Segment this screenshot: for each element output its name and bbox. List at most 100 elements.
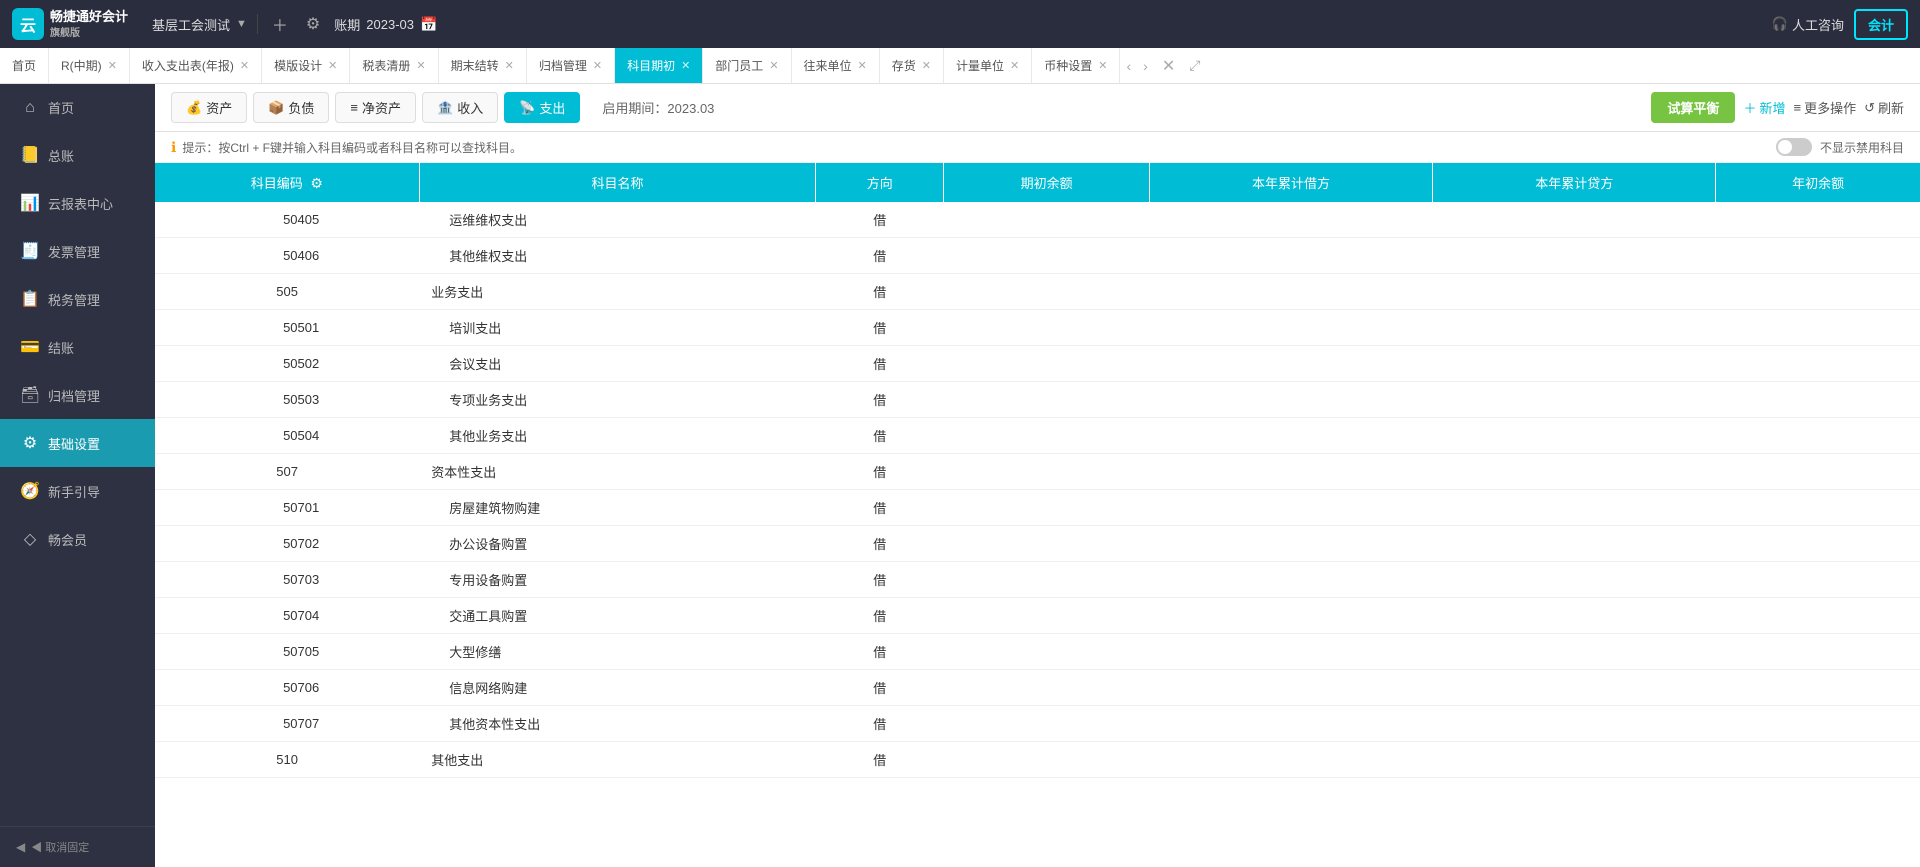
cell-direction: 借 <box>816 562 944 598</box>
subtab-net-assets[interactable]: ≡ 净资产 <box>335 92 416 123</box>
cell-code: 50502 <box>155 346 419 382</box>
cell-ytd-debit <box>1149 310 1432 346</box>
content-area: 💰 资产 📦 负债 ≡ 净资产 🏦 收入 📡 支出 启用期间：2023.03 试 <box>155 84 1920 867</box>
liabilities-icon: 📦 <box>268 100 284 116</box>
tab-counterparty[interactable]: 往来单位 ✕ <box>792 48 880 83</box>
cell-name: 业务支出 <box>419 274 815 310</box>
tab-close-currency[interactable]: ✕ <box>1098 59 1107 72</box>
tab-period-end-transfer[interactable]: 期末结转 ✕ <box>439 48 527 83</box>
cell-ytd-credit <box>1433 526 1716 562</box>
tab-midterm[interactable]: R(中期) ✕ <box>49 48 130 83</box>
cell-year-initial <box>1716 382 1920 418</box>
cell-name: 专项业务支出 <box>419 382 815 418</box>
tab-close-annual[interactable]: ✕ <box>240 59 249 72</box>
app-name: 畅捷通好会计 旗舰版 <box>50 9 128 40</box>
table-row: 50706 信息网络购建 借 <box>155 670 1920 706</box>
cell-name: 大型修缮 <box>419 634 815 670</box>
cell-direction: 借 <box>816 742 944 778</box>
sidebar-label-guide: 新手引导 <box>48 482 100 501</box>
col-gear-icon[interactable]: ⚙ <box>310 175 323 191</box>
disable-toggle[interactable] <box>1776 138 1812 156</box>
cell-name: 其他支出 <box>419 742 815 778</box>
col-code: 科目编码 ⚙ <box>155 163 419 202</box>
cell-code: 505 <box>155 274 419 310</box>
tab-currency-settings[interactable]: 币种设置 ✕ <box>1032 48 1120 83</box>
tab-close-midterm[interactable]: ✕ <box>108 59 117 72</box>
refresh-button[interactable]: ↺ 刷新 <box>1864 98 1904 117</box>
cell-ytd-credit <box>1433 706 1716 742</box>
tab-template-design[interactable]: 模版设计 ✕ <box>262 48 350 83</box>
tab-close-template[interactable]: ✕ <box>328 59 337 72</box>
cell-direction: 借 <box>816 706 944 742</box>
tab-nav-next[interactable]: › <box>1137 48 1154 83</box>
tab-department-staff[interactable]: 部门员工 ✕ <box>703 48 791 83</box>
sidebar-item-settlement[interactable]: 💳 结账 <box>0 323 155 371</box>
add-button[interactable]: ＋ 新增 <box>1743 98 1785 117</box>
sidebar-label-report-center: 云报表中心 <box>48 194 113 213</box>
tab-close-dept[interactable]: ✕ <box>769 59 778 72</box>
tab-tax-clearance[interactable]: 税表清册 ✕ <box>350 48 438 83</box>
cell-ytd-debit <box>1149 238 1432 274</box>
settings-icon[interactable]: ⚙ <box>302 10 324 38</box>
table-container: 科目编码 ⚙ 科目名称 方向 期初余额 本年累计借方 本年累计贷方 年初余额 5… <box>155 163 1920 867</box>
calendar-icon[interactable]: 📅 <box>420 16 437 33</box>
tab-close-period-end[interactable]: ✕ <box>505 59 514 72</box>
account-button[interactable]: 会计 <box>1854 9 1908 40</box>
tab-home[interactable]: 首页 <box>0 48 49 83</box>
table-row: 507 资本性支出 借 <box>155 454 1920 490</box>
sidebar-item-general-ledger[interactable]: 📒 总账 <box>0 131 155 179</box>
cell-code: 50707 <box>155 706 419 742</box>
cell-name: 培训支出 <box>419 310 815 346</box>
sidebar-item-member[interactable]: ◇ 畅会员 <box>0 515 155 563</box>
sidebar-collapse-button[interactable]: ◀ ◀ 取消固定 <box>0 826 155 867</box>
sidebar-item-guide[interactable]: 🧭 新手引导 <box>0 467 155 515</box>
cell-initial-balance <box>944 706 1150 742</box>
tab-expand[interactable]: ⤢ <box>1183 48 1206 83</box>
tab-measurement-unit[interactable]: 计量单位 ✕ <box>944 48 1032 83</box>
plus-icon: ＋ <box>1743 98 1756 117</box>
company-selector[interactable]: 基层工会测试 ▼ <box>152 15 247 34</box>
sidebar-item-invoice[interactable]: 🧾 发票管理 <box>0 227 155 275</box>
sidebar-label-basic-settings: 基础设置 <box>48 434 100 453</box>
cell-initial-balance <box>944 634 1150 670</box>
tab-close-tax[interactable]: ✕ <box>416 59 425 72</box>
calc-balance-button[interactable]: 试算平衡 <box>1651 92 1735 123</box>
tab-annual-report[interactable]: 收入支出表(年报) ✕ <box>130 48 262 83</box>
cell-direction: 借 <box>816 598 944 634</box>
tab-nav-prev[interactable]: ‹ <box>1120 48 1137 83</box>
sidebar-item-tax[interactable]: 📋 税务管理 <box>0 275 155 323</box>
cell-year-initial <box>1716 490 1920 526</box>
more-actions-button[interactable]: ≡ 更多操作 <box>1793 98 1856 117</box>
subtab-assets[interactable]: 💰 资产 <box>171 92 247 123</box>
sidebar-item-report-center[interactable]: 📊 云报表中心 <box>0 179 155 227</box>
tab-subject-initial[interactable]: 科目期初 ✕ <box>615 48 703 83</box>
tab-close-counterparty[interactable]: ✕ <box>858 59 867 72</box>
sub-tab-bar: 💰 资产 📦 负债 ≡ 净资产 🏦 收入 📡 支出 启用期间：2023.03 试 <box>155 84 1920 132</box>
subtab-expenditure[interactable]: 📡 支出 <box>504 92 580 123</box>
cell-initial-balance <box>944 562 1150 598</box>
tab-archive[interactable]: 归档管理 ✕ <box>527 48 615 83</box>
cell-name: 房屋建筑物购建 <box>419 490 815 526</box>
subjects-table: 科目编码 ⚙ 科目名称 方向 期初余额 本年累计借方 本年累计贷方 年初余额 5… <box>155 163 1920 778</box>
tab-close-archive[interactable]: ✕ <box>593 59 602 72</box>
sidebar-item-home[interactable]: ⌂ 首页 <box>0 84 155 131</box>
period-label: 账期 2023-03 📅 <box>334 15 437 34</box>
consult-button[interactable]: 🎧 人工咨询 <box>1772 15 1844 34</box>
tab-close-inventory[interactable]: ✕ <box>922 59 931 72</box>
cell-direction: 借 <box>816 526 944 562</box>
tab-close-all[interactable]: ✕ <box>1154 48 1183 83</box>
tab-close-measurement[interactable]: ✕ <box>1010 59 1019 72</box>
subtab-income[interactable]: 🏦 收入 <box>422 92 498 123</box>
sidebar-item-basic-settings[interactable]: ⚙ 基础设置 <box>0 419 155 467</box>
action-bar-right: 试算平衡 ＋ 新增 ≡ 更多操作 ↺ 刷新 <box>1651 92 1904 123</box>
tab-close-subject[interactable]: ✕ <box>681 59 690 72</box>
cell-direction: 借 <box>816 634 944 670</box>
add-company-button[interactable]: ＋ <box>268 8 292 40</box>
tab-inventory[interactable]: 存货 ✕ <box>880 48 944 83</box>
sidebar-item-archive[interactable]: 🗃 归档管理 <box>0 371 155 419</box>
subtab-liabilities[interactable]: 📦 负债 <box>253 92 329 123</box>
hint-icon: ℹ <box>171 139 176 156</box>
cell-ytd-debit <box>1149 706 1432 742</box>
cell-direction: 借 <box>816 202 944 238</box>
table-row: 505 业务支出 借 <box>155 274 1920 310</box>
